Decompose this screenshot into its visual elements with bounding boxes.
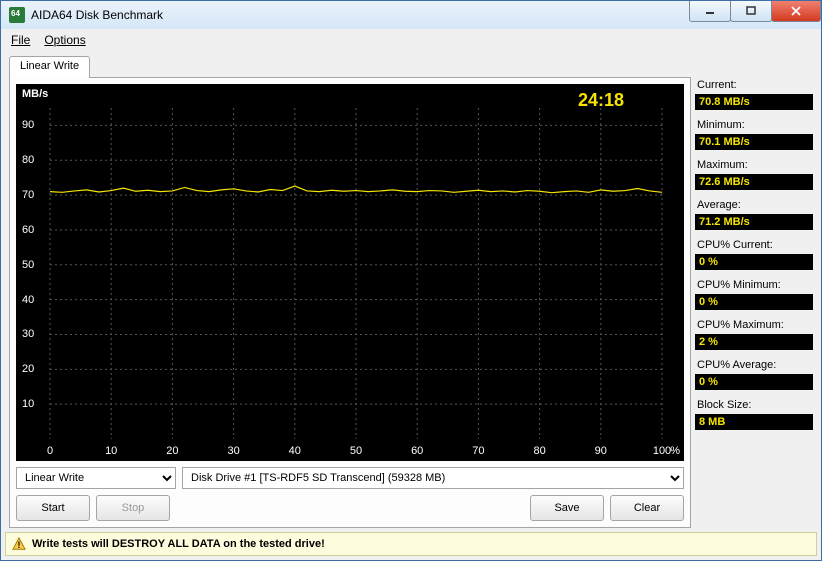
window-title: AIDA64 Disk Benchmark: [31, 8, 163, 22]
svg-text:!: !: [18, 540, 21, 550]
current-value: 70.8 MB/s: [695, 94, 813, 110]
cpu-minimum-label: CPU% Minimum:: [695, 279, 813, 291]
warning-text: Write tests will DESTROY ALL DATA on the…: [32, 538, 325, 550]
menu-file[interactable]: File: [11, 33, 30, 47]
cpu-current-label: CPU% Current:: [695, 239, 813, 251]
stop-button[interactable]: Stop: [96, 495, 170, 521]
content-area: Linear Write MB/s 24:18 % 10203040506070…: [1, 51, 821, 532]
maximize-button[interactable]: [730, 1, 772, 22]
cpu-minimum-value: 0 %: [695, 294, 813, 310]
app-icon: [9, 7, 25, 23]
window-controls: [690, 1, 821, 22]
tab-linear-write[interactable]: Linear Write: [9, 56, 90, 78]
block-size-label: Block Size:: [695, 399, 813, 411]
menu-bar: File Options: [1, 29, 821, 51]
drive-row: Linear Write Disk Drive #1 [TS-RDF5 SD T…: [16, 467, 684, 489]
left-panel: Linear Write MB/s 24:18 % 10203040506070…: [9, 55, 691, 528]
cpu-average-label: CPU% Average:: [695, 359, 813, 371]
minimize-button[interactable]: [689, 1, 731, 22]
minimum-label: Minimum:: [695, 119, 813, 131]
block-size-value: 8 MB: [695, 414, 813, 430]
benchmark-chart: MB/s 24:18 % 102030405060708090010203040…: [16, 84, 684, 461]
start-button[interactable]: Start: [16, 495, 90, 521]
warning-icon: !: [12, 537, 26, 551]
current-label: Current:: [695, 79, 813, 91]
average-value: 71.2 MB/s: [695, 214, 813, 230]
maximum-value: 72.6 MB/s: [695, 174, 813, 190]
average-label: Average:: [695, 199, 813, 211]
titlebar: AIDA64 Disk Benchmark: [1, 1, 821, 29]
menu-options[interactable]: Options: [44, 33, 85, 47]
cpu-maximum-value: 2 %: [695, 334, 813, 350]
clear-button[interactable]: Clear: [610, 495, 684, 521]
mode-select[interactable]: Linear Write: [16, 467, 176, 489]
app-window: AIDA64 Disk Benchmark File Options Linea…: [0, 0, 822, 561]
close-button[interactable]: [771, 1, 821, 22]
minimum-value: 70.1 MB/s: [695, 134, 813, 150]
button-row: Start Stop Save Clear: [16, 495, 684, 521]
cpu-current-value: 0 %: [695, 254, 813, 270]
maximum-label: Maximum:: [695, 159, 813, 171]
warning-bar: ! Write tests will DESTROY ALL DATA on t…: [5, 532, 817, 556]
tab-panel: MB/s 24:18 % 102030405060708090010203040…: [9, 77, 691, 528]
cpu-maximum-label: CPU% Maximum:: [695, 319, 813, 331]
tab-strip: Linear Write: [9, 55, 691, 77]
save-button[interactable]: Save: [530, 495, 604, 521]
cpu-average-value: 0 %: [695, 374, 813, 390]
stats-panel: Current: 70.8 MB/s Minimum: 70.1 MB/s Ma…: [695, 55, 813, 528]
drive-select[interactable]: Disk Drive #1 [TS-RDF5 SD Transcend] (59…: [182, 467, 684, 489]
